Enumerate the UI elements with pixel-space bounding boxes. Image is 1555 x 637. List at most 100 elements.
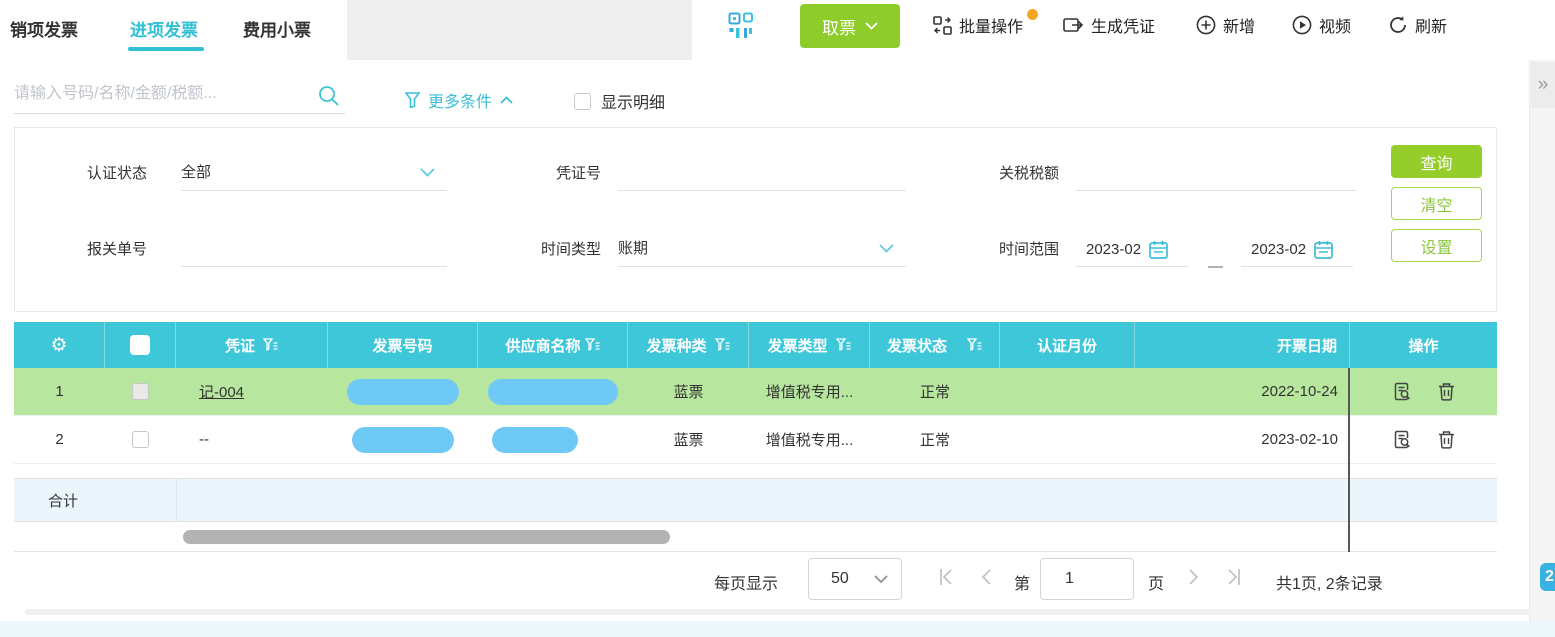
search-input[interactable] xyxy=(14,78,309,110)
invoice-type: 增值税专用... xyxy=(765,384,854,401)
column-settings-button[interactable]: ⚙ xyxy=(14,322,105,368)
video-button[interactable]: 视频 xyxy=(1292,13,1351,37)
more-filters-label: 更多条件 xyxy=(428,94,493,111)
trash-icon xyxy=(1438,383,1454,401)
per-page-select[interactable]: 50 xyxy=(808,558,902,600)
voucher-no-input[interactable] xyxy=(618,156,906,189)
horizontal-scrollbar[interactable] xyxy=(14,522,1497,552)
invoice-date: 2022-10-24 xyxy=(1261,383,1338,400)
more-filters-toggle[interactable]: 更多条件 xyxy=(405,88,513,112)
time-type-select[interactable]: 账期 xyxy=(618,232,906,267)
header-actions: 操作 xyxy=(1350,322,1497,368)
header-label: 发票种类 xyxy=(646,337,707,355)
tariff-input[interactable] xyxy=(1076,156,1356,189)
invoice-status: 正常 xyxy=(919,432,950,449)
notification-badge[interactable]: 2 xyxy=(1540,563,1555,591)
header-invoice-kind[interactable]: 发票种类 xyxy=(628,322,749,368)
filter-panel: 认证状态 全部 凭证号 关税税额 报关单号 时间类型 账期 时间范围 2023-… xyxy=(14,127,1497,312)
date-range-separator: — xyxy=(1208,258,1223,275)
auth-month xyxy=(1000,416,1135,463)
invoice-status: 正常 xyxy=(919,384,950,401)
customs-no-input[interactable] xyxy=(181,232,447,265)
chevron-up-icon xyxy=(500,96,513,104)
invoice-kind: 蓝票 xyxy=(673,432,704,449)
generate-voucher-icon xyxy=(1063,17,1084,32)
per-page-value: 50 xyxy=(831,570,849,587)
right-panel-strip xyxy=(1529,60,1555,637)
header-invoice-date: 开票日期 xyxy=(1135,322,1350,368)
header-invoice-status[interactable]: 发票状态 xyxy=(870,322,1000,368)
row-index: 2 xyxy=(55,431,64,448)
filter-icon xyxy=(967,338,982,351)
header-invoice-type[interactable]: 发票类型 xyxy=(749,322,870,368)
per-page-label: 每页显示 xyxy=(714,576,779,593)
delete-button[interactable] xyxy=(1438,382,1455,401)
select-all-cell[interactable] xyxy=(105,322,176,368)
plus-circle-icon xyxy=(1196,15,1216,35)
view-detail-button[interactable] xyxy=(1393,382,1412,401)
row-checkbox[interactable] xyxy=(132,383,149,400)
generate-voucher-button[interactable]: 生成凭证 xyxy=(1063,13,1155,37)
refresh-label: 刷新 xyxy=(1415,19,1448,36)
show-detail-checkbox[interactable] xyxy=(574,92,591,110)
filter-icon xyxy=(714,338,729,351)
auth-status-select[interactable]: 全部 xyxy=(181,156,447,191)
page-number-input[interactable]: 1 xyxy=(1040,558,1134,600)
first-page-button[interactable] xyxy=(938,568,954,586)
tab-sales-invoice[interactable]: 销项发票 xyxy=(10,0,78,56)
add-new-button[interactable]: 新增 xyxy=(1196,13,1255,37)
refresh-button[interactable]: 刷新 xyxy=(1388,13,1447,37)
total-row: 合计 xyxy=(14,478,1497,522)
time-range-to-picker[interactable]: 2023-02 xyxy=(1241,232,1353,267)
voucher-link[interactable]: 记-004 xyxy=(199,381,244,402)
tariff-field xyxy=(1076,156,1356,191)
bottom-shadow xyxy=(25,609,1530,615)
batch-operations-button[interactable]: 批量操作 xyxy=(933,9,1039,37)
row-index: 1 xyxy=(55,383,64,400)
fixed-column-divider xyxy=(1348,368,1350,552)
query-button[interactable]: 查询 xyxy=(1391,145,1482,178)
pick-ticket-label: 取票 xyxy=(822,18,856,38)
last-page-button[interactable] xyxy=(1226,568,1242,586)
show-detail-label: 显示明细 xyxy=(601,95,666,112)
pick-ticket-button[interactable]: 取票 xyxy=(800,4,900,48)
horizontal-scrollbar-thumb[interactable] xyxy=(183,530,670,544)
invoice-type: 增值税专用... xyxy=(765,432,854,449)
time-type-label: 时间类型 xyxy=(540,241,601,258)
time-range-to-value: 2023-02 xyxy=(1251,240,1307,258)
qr-scan-icon[interactable] xyxy=(728,12,754,40)
play-circle-icon xyxy=(1292,15,1312,35)
total-label: 合计 xyxy=(14,479,177,521)
time-range-from-picker[interactable]: 2023-02 xyxy=(1076,232,1188,267)
delete-button[interactable] xyxy=(1438,430,1455,449)
header-label: 开票日期 xyxy=(1276,337,1337,355)
invoice-table: ⚙ 凭证 发票号码 供应商名称 发票种类 发票类型 发票状态 认证月份 开票日期… xyxy=(14,322,1497,552)
header-supplier[interactable]: 供应商名称 xyxy=(478,322,628,368)
collapse-panel-button[interactable]: » xyxy=(1531,62,1555,108)
header-label: 认证月份 xyxy=(1036,337,1097,355)
view-detail-button[interactable] xyxy=(1393,430,1412,449)
chevron-down-icon xyxy=(874,574,888,583)
bottom-strip xyxy=(0,621,1555,637)
header-voucher[interactable]: 凭证 xyxy=(176,322,328,368)
table-row[interactable]: 2 -- 蓝票 增值税专用... 正常 2023-02-10 xyxy=(14,416,1497,464)
trash-icon xyxy=(1438,431,1454,449)
generate-voucher-label: 生成凭证 xyxy=(1091,19,1156,36)
table-row[interactable]: 1 记-004 蓝票 增值税专用... 正常 2022-10-24 xyxy=(14,368,1497,416)
filter-icon xyxy=(263,338,278,351)
search-icon[interactable] xyxy=(317,84,341,108)
video-label: 视频 xyxy=(1319,19,1352,36)
time-range-label: 时间范围 xyxy=(998,241,1059,258)
voucher-text: -- xyxy=(199,431,209,448)
prev-page-button[interactable] xyxy=(980,568,992,586)
tab-expense-receipt[interactable]: 费用小票 xyxy=(243,0,311,56)
header-invoice-no: 发票号码 xyxy=(328,322,478,368)
header-label: 操作 xyxy=(1408,337,1439,355)
next-page-button[interactable] xyxy=(1188,568,1200,586)
row-checkbox[interactable] xyxy=(132,431,149,448)
select-all-checkbox[interactable] xyxy=(130,335,150,355)
settings-button[interactable]: 设置 xyxy=(1391,229,1482,262)
clear-button[interactable]: 清空 xyxy=(1391,187,1482,220)
show-detail-toggle[interactable]: 显示明细 xyxy=(574,89,665,113)
redacted-supplier-name xyxy=(492,426,578,453)
